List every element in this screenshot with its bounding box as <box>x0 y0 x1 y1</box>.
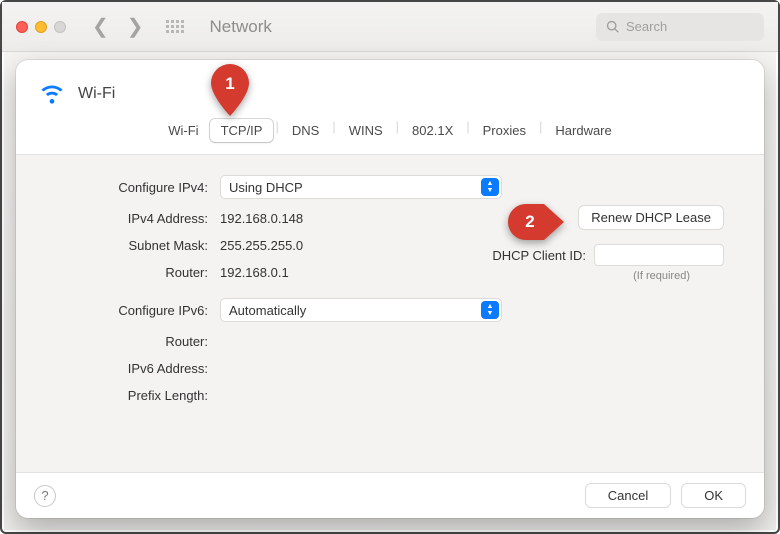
pane-title: Network <box>210 17 272 37</box>
tab-proxies[interactable]: Proxies <box>472 119 537 142</box>
configure-ipv4-label: Configure IPv4: <box>70 180 220 195</box>
ipv6-address-label: IPv6 Address: <box>70 361 220 376</box>
if-required-hint: (If required) <box>474 270 724 282</box>
configure-ipv4-select[interactable]: Using DHCP ▲▼ <box>220 175 502 199</box>
router6-label: Router: <box>70 334 220 349</box>
wifi-icon <box>38 78 66 109</box>
configure-ipv4-value: Using DHCP <box>229 180 303 195</box>
tab-dns[interactable]: DNS <box>281 119 330 142</box>
minimize-window-button[interactable] <box>35 21 47 33</box>
cancel-button[interactable]: Cancel <box>585 483 671 508</box>
tab-wins[interactable]: WINS <box>338 119 394 142</box>
zoom-window-button[interactable] <box>54 21 66 33</box>
tab-8021x[interactable]: 802.1X <box>401 119 464 142</box>
tab-tcpip[interactable]: TCP/IP <box>210 119 274 142</box>
forward-button[interactable]: ❯ <box>127 14 144 39</box>
chevron-updown-icon: ▲▼ <box>481 301 499 319</box>
search-placeholder: Search <box>626 19 667 34</box>
advanced-sheet: Wi-Fi Wi-Fi TCP/IP | DNS | WINS | 802.1X… <box>16 60 764 518</box>
tab-hardware[interactable]: Hardware <box>544 119 622 142</box>
sheet-title: Wi-Fi <box>78 85 115 103</box>
prefix-length-label: Prefix Length: <box>70 388 220 403</box>
configure-ipv6-select[interactable]: Automatically ▲▼ <box>220 298 502 322</box>
tab-wifi[interactable]: Wi-Fi <box>157 119 209 142</box>
renew-dhcp-lease-button[interactable]: Renew DHCP Lease <box>578 205 724 230</box>
dhcp-client-id-input[interactable] <box>594 244 724 266</box>
router-value: 192.168.0.1 <box>220 265 289 280</box>
ipv4-address-label: IPv4 Address: <box>70 211 220 226</box>
window-controls <box>16 21 66 33</box>
back-button[interactable]: ❮ <box>92 14 109 39</box>
chevron-updown-icon: ▲▼ <box>481 178 499 196</box>
configure-ipv6-label: Configure IPv6: <box>70 303 220 318</box>
search-icon <box>606 20 620 34</box>
configure-ipv6-value: Automatically <box>229 303 306 318</box>
ok-button[interactable]: OK <box>681 483 746 508</box>
subnet-mask-label: Subnet Mask: <box>70 238 220 253</box>
help-button[interactable]: ? <box>34 485 56 507</box>
tab-bar: Wi-Fi TCP/IP | DNS | WINS | 802.1X | Pro… <box>16 119 764 154</box>
subnet-mask-value: 255.255.255.0 <box>220 238 303 253</box>
router-label: Router: <box>70 265 220 280</box>
system-prefs-toolbar: ❮ ❯ Network Search <box>2 2 778 52</box>
ipv4-address-value: 192.168.0.148 <box>220 211 303 226</box>
show-all-icon[interactable] <box>166 20 184 33</box>
search-input[interactable]: Search <box>596 13 764 41</box>
close-window-button[interactable] <box>16 21 28 33</box>
dhcp-client-id-label: DHCP Client ID: <box>492 248 586 263</box>
tcpip-panel: Configure IPv4: Using DHCP ▲▼ IPv4 Addre… <box>16 154 764 473</box>
